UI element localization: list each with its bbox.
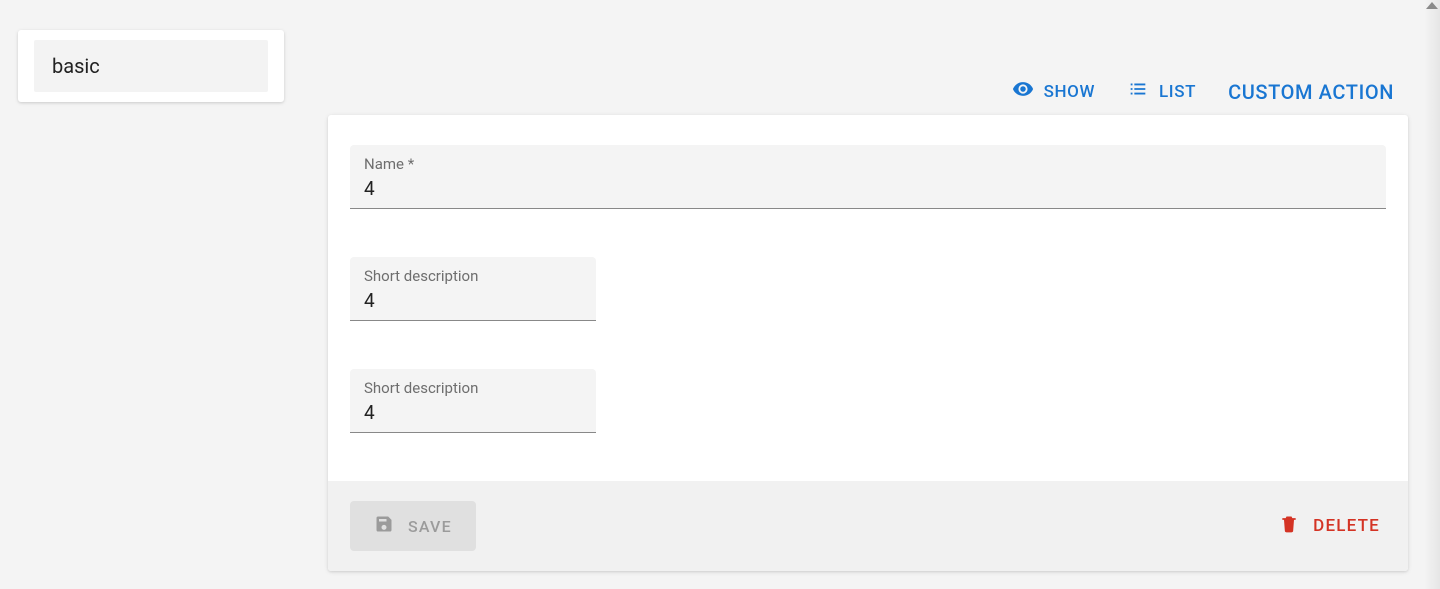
save-icon (374, 514, 394, 538)
trash-icon (1279, 514, 1299, 539)
sidebar-item-label: basic (52, 54, 100, 78)
list-button[interactable]: List (1125, 74, 1198, 109)
list-icon (1127, 78, 1149, 105)
field-name[interactable]: Name * (350, 145, 1386, 209)
save-button[interactable]: Save (350, 501, 476, 551)
list-label: List (1159, 82, 1196, 102)
field-label: Short description (364, 379, 582, 397)
page-actions: Show List Custom Action (1010, 74, 1396, 109)
delete-label: Delete (1313, 516, 1380, 536)
save-label: Save (408, 517, 452, 536)
field-label: Short description (364, 267, 582, 285)
name-input[interactable] (364, 175, 1372, 204)
sidebar-item-basic[interactable]: basic (34, 40, 268, 92)
form-footer: Save Delete (328, 481, 1408, 571)
scrollbar[interactable] (1424, 0, 1440, 589)
short-description-input[interactable] (364, 399, 582, 428)
sidebar: basic (18, 30, 284, 102)
scroll-up-icon (1426, 2, 1438, 9)
delete-button[interactable]: Delete (1273, 513, 1386, 540)
custom-action-button[interactable]: Custom Action (1226, 76, 1396, 108)
field-short-description-2[interactable]: Short description (350, 369, 596, 433)
show-button[interactable]: Show (1010, 74, 1097, 109)
eye-icon (1012, 78, 1034, 105)
field-label: Name * (364, 155, 1372, 173)
form-area: Name * Short description Short descripti… (328, 115, 1408, 481)
short-description-input[interactable] (364, 287, 582, 316)
field-short-description-1[interactable]: Short description (350, 257, 596, 321)
custom-action-label: Custom Action (1228, 80, 1394, 104)
app-root: basic Show List Custom Action Name * (0, 0, 1440, 589)
edit-form-card: Name * Short description Short descripti… (328, 115, 1408, 571)
show-label: Show (1044, 82, 1095, 102)
